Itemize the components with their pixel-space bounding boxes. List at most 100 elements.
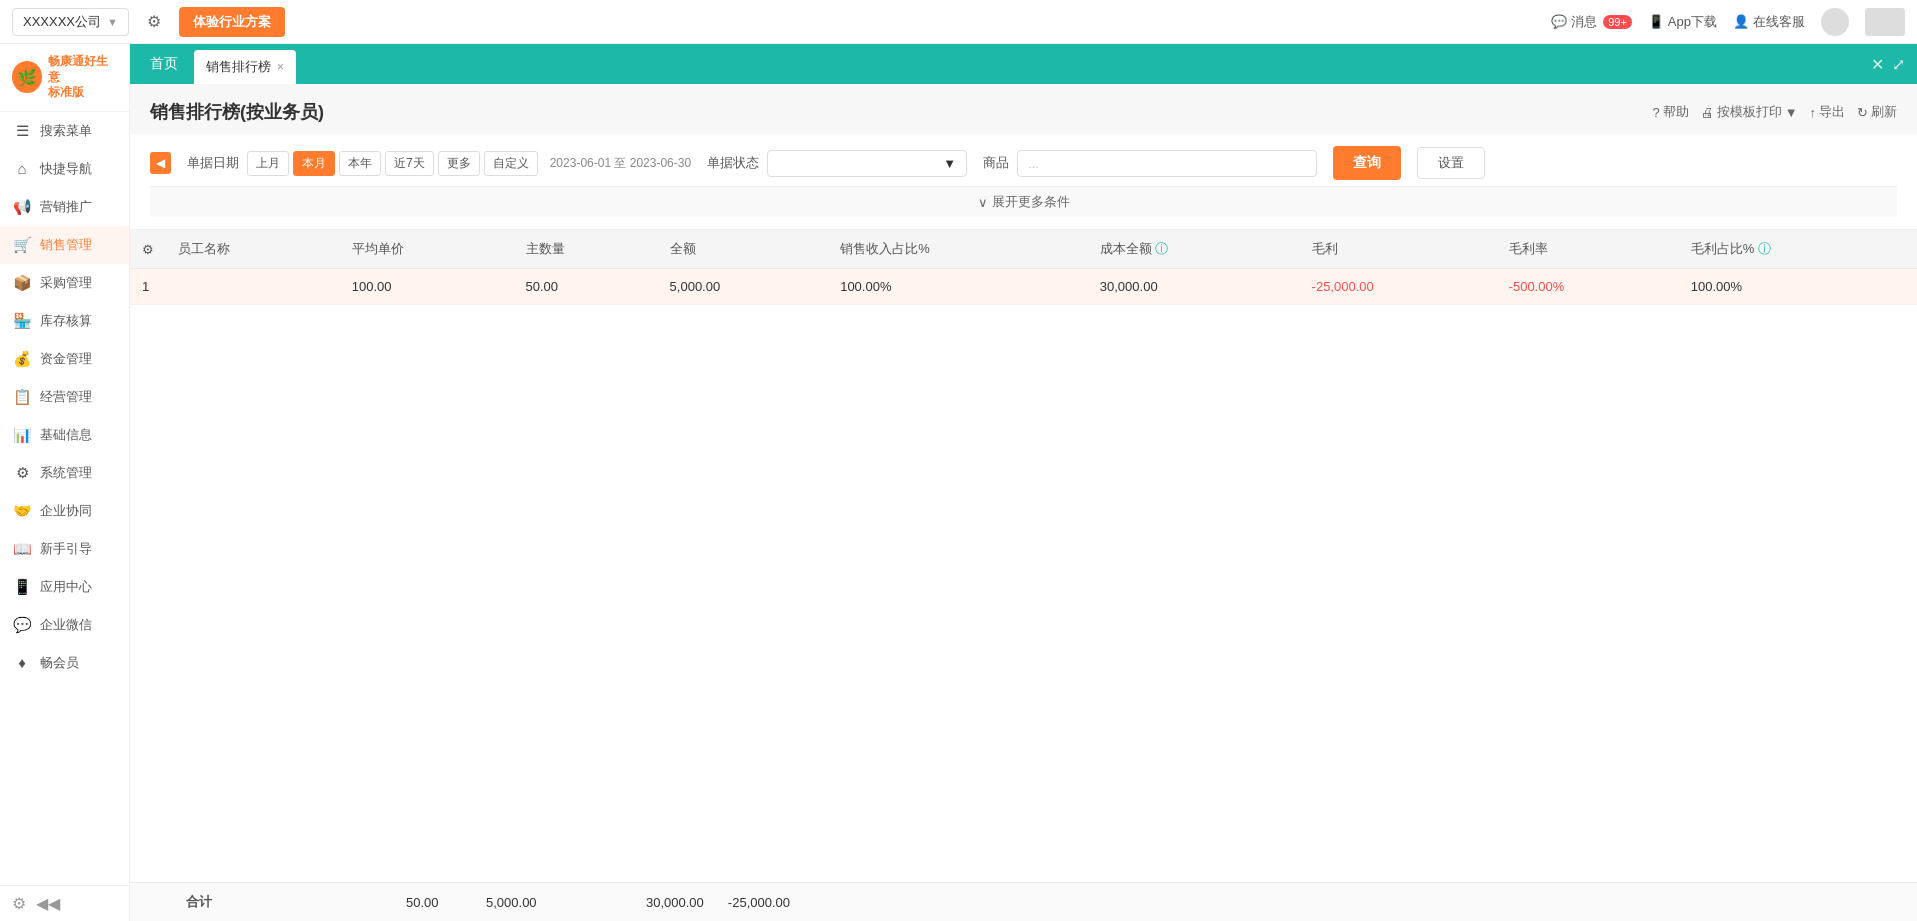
avatar[interactable] — [1821, 8, 1849, 36]
sidebar-nav: ☰ 搜索菜单 ⌂ 快捷导航 📢 营销推广 🛒 销售管理 📦 采购管理 — [0, 112, 129, 885]
col-header-gross-pct: 毛利占比% ⓘ — [1679, 230, 1917, 269]
status-chevron-icon: ▼ — [943, 156, 956, 171]
cell-rank: 1 — [130, 269, 166, 305]
app-download-button[interactable]: 📱 App下载 — [1648, 13, 1717, 31]
tab-home[interactable]: 首页 — [134, 44, 194, 84]
col-header-avg-price: 平均单价 — [340, 230, 514, 269]
cell-gross: -25,000.00 — [1300, 269, 1497, 305]
expand-filters-button[interactable]: ∨ 展开更多条件 — [978, 193, 1070, 211]
operations-icon: 📋 — [12, 388, 32, 406]
company-selector[interactable]: XXXXXX公司 ▼ — [12, 8, 129, 36]
date-btn-this-year[interactable]: 本年 — [339, 151, 381, 176]
sidebar-item-purchase[interactable]: 📦 采购管理 — [0, 264, 129, 302]
message-button[interactable]: 💬 消息 99+ — [1551, 13, 1632, 31]
cell-qty: 50.00 — [514, 269, 658, 305]
cell-gross-rate: -500.00% — [1497, 269, 1679, 305]
sidebar-item-operations[interactable]: 📋 经营管理 — [0, 378, 129, 416]
footer-gross: -25,000.00 — [716, 895, 802, 910]
col-header-qty: 主数量 — [514, 230, 658, 269]
sales-rank-table: ⚙ 员工名称 平均单价 主数量 全额 销售收入占比% 成本全额 ⓘ — [130, 230, 1917, 305]
sidebar-item-inventory[interactable]: 🏪 库存核算 — [0, 302, 129, 340]
goods-placeholder: ... — [1028, 156, 1039, 171]
date-btn-last-month[interactable]: 上月 — [247, 151, 289, 176]
cell-gross-pct: 100.00% — [1679, 269, 1917, 305]
sidebar-item-system[interactable]: ⚙ 系统管理 — [0, 454, 129, 492]
col-header-gross: 毛利 — [1300, 230, 1497, 269]
search-order-icon: ☰ — [12, 122, 32, 140]
sidebar-item-wechat[interactable]: 💬 企业微信 — [0, 606, 129, 644]
tab-close-icon[interactable]: × — [277, 60, 284, 74]
sidebar-settings-icon[interactable]: ⚙ — [12, 894, 26, 913]
goods-select[interactable]: ... — [1017, 150, 1317, 177]
message-badge: 99+ — [1603, 15, 1632, 29]
date-btn-7days[interactable]: 近7天 — [385, 151, 434, 176]
trial-button[interactable]: 体验行业方案 — [179, 7, 285, 37]
cell-amount: 5,000.00 — [658, 269, 829, 305]
sidebar-label-finance: 资金管理 — [40, 350, 92, 368]
sidebar-item-search-order[interactable]: ☰ 搜索菜单 — [0, 112, 129, 150]
tab-bar-expand-icon[interactable]: ⤢ — [1892, 55, 1905, 74]
sidebar-label-system: 系统管理 — [40, 464, 92, 482]
table-footer: 合计 50.00 5,000.00 30,000.00 -25,000.00 — [130, 882, 1917, 921]
sidebar-collapse-icon[interactable]: ◀◀ — [36, 894, 60, 913]
logo-icon: 🌿 — [12, 61, 42, 93]
sidebar-label-base-info: 基础信息 — [40, 426, 92, 444]
sidebar-label-enterprise: 企业协同 — [40, 502, 92, 520]
sidebar-item-member[interactable]: ♦ 畅会员 — [0, 644, 129, 682]
app-center-icon: 📱 — [12, 578, 32, 596]
data-table-container: ⚙ 员工名称 平均单价 主数量 全额 销售收入占比% 成本全额 ⓘ — [130, 230, 1917, 882]
date-btn-more[interactable]: 更多 — [438, 151, 480, 176]
online-service-label: 在线客服 — [1753, 13, 1805, 31]
sidebar-label-wechat: 企业微信 — [40, 616, 92, 634]
online-service-button[interactable]: 👤 在线客服 — [1733, 13, 1805, 31]
status-select[interactable]: ▼ — [767, 150, 967, 177]
tab-sales-rank[interactable]: 销售排行榜 × — [194, 50, 296, 84]
col-header-cost: 成本全额 ⓘ — [1088, 230, 1300, 269]
refresh-icon: ↻ — [1857, 105, 1868, 120]
col-settings[interactable]: ⚙ — [130, 230, 166, 269]
expand-filters-row[interactable]: ∨ 展开更多条件 — [150, 186, 1897, 217]
sidebar-item-app-center[interactable]: 📱 应用中心 — [0, 568, 129, 606]
service-icon: 👤 — [1733, 14, 1749, 29]
sidebar-label-marketing: 营销推广 — [40, 198, 92, 216]
gross-pct-info-icon[interactable]: ⓘ — [1758, 241, 1771, 256]
date-btn-this-month[interactable]: 本月 — [293, 151, 335, 176]
sidebar-label-inventory: 库存核算 — [40, 312, 92, 330]
page-title: 销售排行榜(按业务员) — [150, 100, 324, 124]
enterprise-icon: 🤝 — [12, 502, 32, 520]
sidebar-label-purchase: 采购管理 — [40, 274, 92, 292]
sidebar-item-marketing[interactable]: 📢 营销推广 — [0, 188, 129, 226]
app-icon: 📱 — [1648, 14, 1664, 29]
finance-icon: 💰 — [12, 350, 32, 368]
sidebar-item-enterprise[interactable]: 🤝 企业协同 — [0, 492, 129, 530]
sidebar-item-quick-nav[interactable]: ⌂ 快捷导航 — [0, 150, 129, 188]
print-chevron-icon: ▼ — [1785, 105, 1798, 120]
cost-info-icon[interactable]: ⓘ — [1155, 241, 1168, 256]
marketing-icon: 📢 — [12, 198, 32, 216]
sidebar-item-finance[interactable]: 💰 资金管理 — [0, 340, 129, 378]
col-header-amount: 全额 — [658, 230, 829, 269]
print-button[interactable]: 🖨 按模板打印 ▼ — [1701, 103, 1798, 121]
tab-bar-close-icon[interactable]: ✕ — [1871, 55, 1884, 74]
sidebar-item-base-info[interactable]: 📊 基础信息 — [0, 416, 129, 454]
column-settings-button[interactable]: 设置 — [1417, 147, 1485, 179]
help-button[interactable]: ? 帮助 — [1652, 103, 1688, 121]
date-range-text: 2023-06-01 至 2023-06-30 — [550, 155, 691, 172]
sidebar-item-guide[interactable]: 📖 新手引导 — [0, 530, 129, 568]
filter-collapse-btn[interactable]: ◀ — [150, 152, 171, 174]
inventory-icon: 🏪 — [12, 312, 32, 330]
table-row: 1 100.00 50.00 5,000.00 100.00% 30,000.0… — [130, 269, 1917, 305]
query-button[interactable]: 查询 — [1333, 146, 1401, 180]
settings-icon[interactable]: ⚙ — [139, 7, 169, 37]
base-info-icon: 📊 — [12, 426, 32, 444]
date-btn-custom[interactable]: 自定义 — [484, 151, 538, 176]
sidebar-label-app-center: 应用中心 — [40, 578, 92, 596]
sidebar-label-quick-nav: 快捷导航 — [40, 160, 92, 178]
guide-icon: 📖 — [12, 540, 32, 558]
refresh-button[interactable]: ↻ 刷新 — [1857, 103, 1897, 121]
export-button[interactable]: ↑ 导出 — [1810, 103, 1846, 121]
cell-sales-pct: 100.00% — [828, 269, 1088, 305]
sidebar-item-sales[interactable]: 🛒 销售管理 — [0, 226, 129, 264]
quick-nav-icon: ⌂ — [12, 160, 32, 177]
goods-filter: 商品 ... — [983, 150, 1317, 177]
